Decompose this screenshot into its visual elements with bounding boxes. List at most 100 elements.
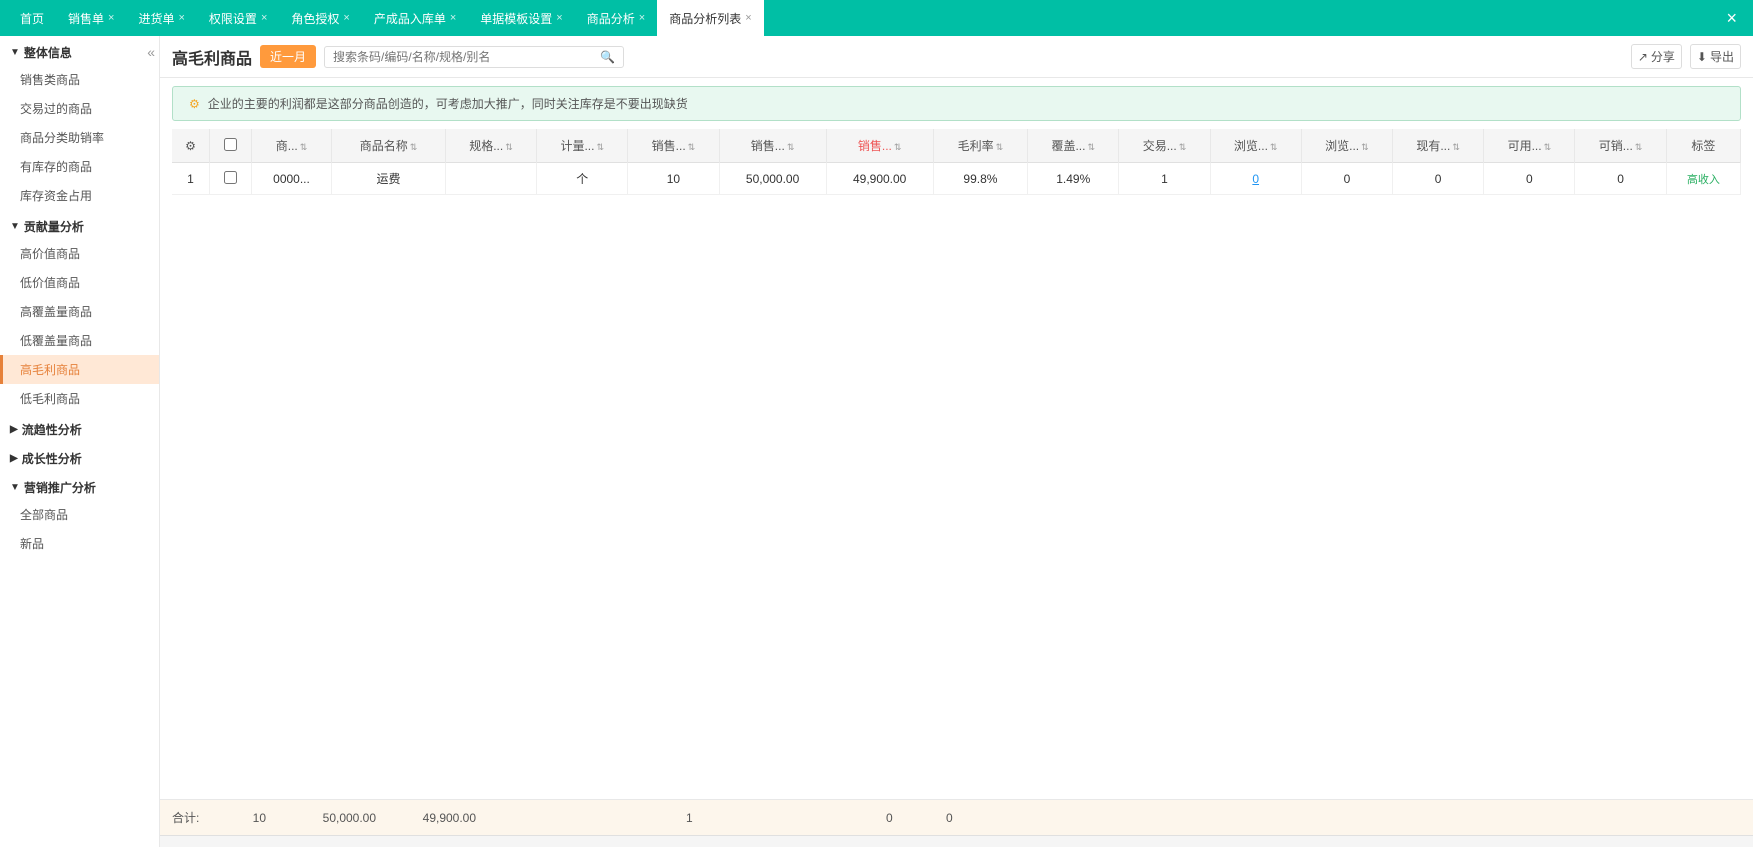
cell-code: 0000... [251, 163, 331, 195]
col-available-stock[interactable]: 可用...⇅ [1484, 129, 1575, 163]
top-navigation: 首页 销售单 × 进货单 × 权限设置 × 角色授权 × 产成品入库单 × 单据… [0, 0, 1753, 36]
footer-spacer [499, 811, 579, 825]
nav-close-sales[interactable]: × [108, 12, 114, 24]
cell-view1[interactable]: 0 [1210, 163, 1301, 195]
arrow-icon-4: ▶ [10, 453, 18, 464]
content-header: 高毛利商品 近一月 🔍 ↗ 分享 ⬇ 导出 [160, 36, 1753, 78]
sidebar-group-marketing[interactable]: ▼ 营销推广分析 [0, 471, 159, 500]
nav-close-list[interactable]: × [745, 12, 751, 24]
content-area: 高毛利商品 近一月 🔍 ↗ 分享 ⬇ 导出 ⚙ 企业的主要的利润都是这部分商品创… [160, 36, 1753, 847]
cell-sale-qty: 10 [628, 163, 719, 195]
sidebar-item-category-rate[interactable]: 商品分类助销率 [0, 123, 159, 152]
close-all-button[interactable]: × [1718, 8, 1745, 29]
footer-sale-qty: 10 [219, 811, 299, 825]
cell-checkbox[interactable] [210, 163, 252, 195]
table-container[interactable]: ⚙ 商...⇅ 商品名称⇅ 规格...⇅ 计量...⇅ 销售...⇅ 销售...… [172, 129, 1741, 799]
sidebar-item-high-value[interactable]: 高价值商品 [0, 239, 159, 268]
col-coverage[interactable]: 覆盖...⇅ [1028, 129, 1119, 163]
arrow-icon-2: ▼ [10, 221, 20, 232]
nav-product-analysis[interactable]: 商品分析 × [575, 0, 657, 36]
cell-index: 1 [172, 163, 210, 195]
sidebar-item-sales-products[interactable]: 销售类商品 [0, 65, 159, 94]
cell-view2: 0 [1301, 163, 1392, 195]
col-sale-amount[interactable]: 销售...⇅ [719, 129, 826, 163]
sidebar-group-trend[interactable]: ▶ 流趋性分析 [0, 413, 159, 442]
footer-view1 [719, 811, 799, 825]
nav-close-template[interactable]: × [556, 12, 562, 24]
cell-name: 运费 [332, 163, 446, 195]
nav-close-inbound[interactable]: × [450, 12, 456, 24]
filter-button[interactable]: 近一月 [260, 45, 316, 68]
col-trade[interactable]: 交易...⇅ [1119, 129, 1210, 163]
sidebar-group-overall[interactable]: ▼ 整体信息 [0, 36, 159, 65]
table-header-row: ⚙ 商...⇅ 商品名称⇅ 规格...⇅ 计量...⇅ 销售...⇅ 销售...… [172, 129, 1741, 163]
sidebar-item-stock-capital[interactable]: 库存资金占用 [0, 181, 159, 210]
col-sale-profit[interactable]: 销售...⇅ [826, 129, 933, 163]
bottom-scrollbar[interactable] [160, 835, 1753, 847]
nav-home[interactable]: 首页 [8, 0, 56, 36]
sidebar-group-contribution[interactable]: ▼ 贡献量分析 [0, 210, 159, 239]
cell-sale-profit: 49,900.00 [826, 163, 933, 195]
col-current-stock[interactable]: 现有...⇅ [1393, 129, 1484, 163]
sidebar-item-traded-products[interactable]: 交易过的商品 [0, 94, 159, 123]
footer-current-stock: 0 [859, 811, 919, 825]
cell-coverage: 1.49% [1028, 163, 1119, 195]
main-layout: « ▼ 整体信息 销售类商品 交易过的商品 商品分类助销率 有库存的商品 库存资… [0, 36, 1753, 847]
sidebar-group-growth[interactable]: ▶ 成长性分析 [0, 442, 159, 471]
footer-label: 合计: [172, 809, 199, 826]
col-unit[interactable]: 计量...⇅ [537, 129, 628, 163]
nav-inbound[interactable]: 产成品入库单 × [362, 0, 468, 36]
nav-close-product-analysis[interactable]: × [639, 12, 645, 24]
header-actions: ↗ 分享 ⬇ 导出 [1631, 44, 1741, 69]
sidebar-item-low-margin[interactable]: 低毛利商品 [0, 384, 159, 413]
select-all-checkbox[interactable] [224, 138, 237, 151]
col-sale-qty[interactable]: 销售...⇅ [628, 129, 719, 163]
cell-available-stock: 0 [1484, 163, 1575, 195]
alert-icon: ⚙ [189, 97, 200, 111]
nav-template[interactable]: 单据模板设置 × [468, 0, 574, 36]
sidebar: « ▼ 整体信息 销售类商品 交易过的商品 商品分类助销率 有库存的商品 库存资… [0, 36, 160, 847]
footer-cells: 10 50,000.00 49,900.00 1 0 0 [219, 811, 979, 825]
search-icon[interactable]: 🔍 [600, 50, 615, 64]
col-checkbox[interactable] [210, 129, 252, 163]
col-view1[interactable]: 浏览...⇅ [1210, 129, 1301, 163]
col-code[interactable]: 商...⇅ [251, 129, 331, 163]
col-name[interactable]: 商品名称⇅ [332, 129, 446, 163]
sidebar-item-new-products[interactable]: 新品 [0, 529, 159, 558]
sidebar-item-high-margin[interactable]: 高毛利商品 [0, 355, 159, 384]
sidebar-collapse-button[interactable]: « [147, 44, 155, 60]
share-button[interactable]: ↗ 分享 [1631, 44, 1682, 69]
search-box: 🔍 [324, 46, 624, 68]
nav-permissions[interactable]: 权限设置 × [197, 0, 279, 36]
cell-spec [445, 163, 536, 195]
export-button[interactable]: ⬇ 导出 [1690, 44, 1741, 69]
cell-gross-margin: 99.8% [933, 163, 1027, 195]
sidebar-item-high-coverage[interactable]: 高覆盖量商品 [0, 297, 159, 326]
arrow-icon-3: ▶ [10, 424, 18, 435]
sidebar-item-instock-products[interactable]: 有库存的商品 [0, 152, 159, 181]
scrollbar-track [160, 836, 1753, 844]
footer-available-stock: 0 [919, 811, 979, 825]
col-gross-margin[interactable]: 毛利率⇅ [933, 129, 1027, 163]
sidebar-item-low-value[interactable]: 低价值商品 [0, 268, 159, 297]
nav-product-analysis-list[interactable]: 商品分析列表 × [657, 0, 763, 36]
col-tag[interactable]: 标签 [1666, 129, 1740, 163]
nav-close-permissions[interactable]: × [261, 12, 267, 24]
nav-sales[interactable]: 销售单 × [56, 0, 126, 36]
sidebar-item-low-coverage[interactable]: 低覆盖量商品 [0, 326, 159, 355]
nav-close-roles[interactable]: × [343, 12, 349, 24]
row-checkbox[interactable] [224, 171, 237, 184]
nav-purchase[interactable]: 进货单 × [126, 0, 196, 36]
arrow-icon-5: ▼ [10, 482, 20, 493]
search-input[interactable] [333, 50, 596, 64]
cell-unit: 个 [537, 163, 628, 195]
page-title: 高毛利商品 [172, 45, 252, 69]
col-saleable[interactable]: 可销...⇅ [1575, 129, 1666, 163]
sidebar-item-all-products[interactable]: 全部商品 [0, 500, 159, 529]
footer-view2 [799, 811, 859, 825]
col-view2[interactable]: 浏览...⇅ [1301, 129, 1392, 163]
col-spec[interactable]: 规格...⇅ [445, 129, 536, 163]
nav-close-purchase[interactable]: × [178, 12, 184, 24]
col-settings[interactable]: ⚙ [172, 129, 210, 163]
nav-roles[interactable]: 角色授权 × [279, 0, 361, 36]
